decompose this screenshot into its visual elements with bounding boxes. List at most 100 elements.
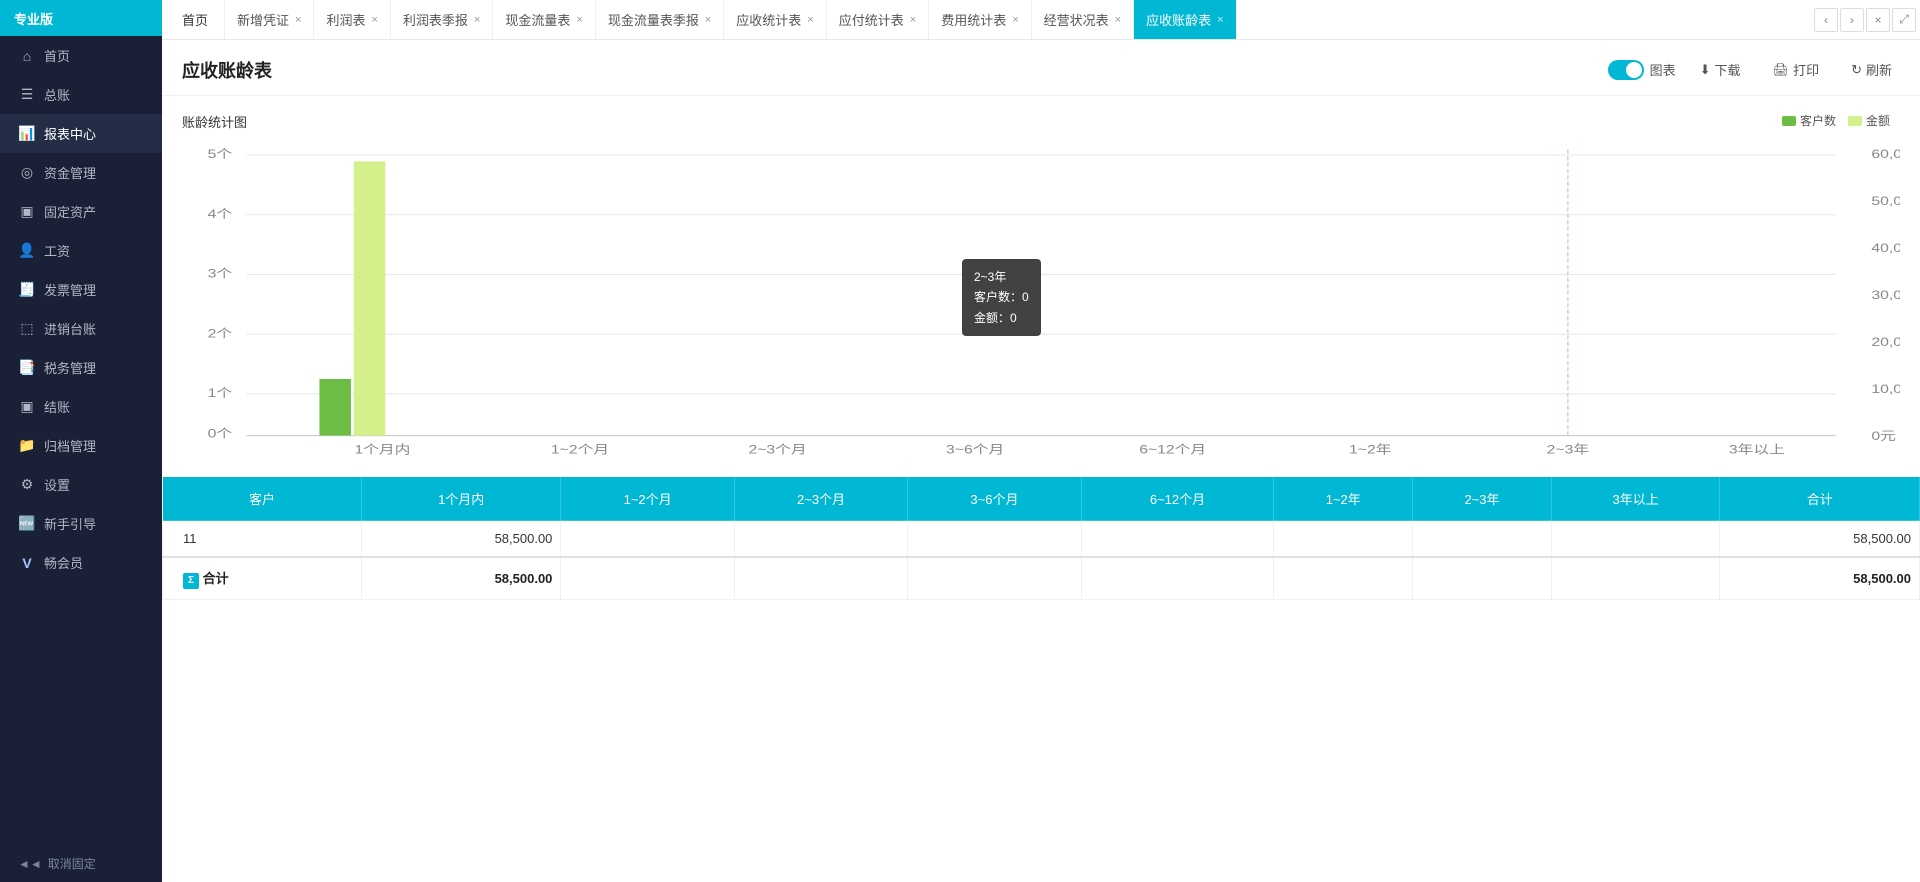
download-button[interactable]: ⬇ 下载 xyxy=(1692,56,1749,83)
sidebar-item-tax[interactable]: 📑 税务管理 xyxy=(0,348,162,387)
tab-expense-stats-close[interactable]: × xyxy=(1012,14,1018,26)
svg-text:1个: 1个 xyxy=(208,386,233,400)
cell-m1: 58,500.00 xyxy=(361,521,560,558)
print-button[interactable]: 🖨 打印 xyxy=(1765,56,1828,83)
sidebar-item-checkout[interactable]: ▣ 结账 xyxy=(0,387,162,426)
sidebar-item-ledger[interactable]: ☰ 总账 xyxy=(0,75,162,114)
tab-nav-buttons: ‹ › × ⤢ xyxy=(1814,8,1916,32)
chart-toggle[interactable] xyxy=(1608,60,1644,80)
checkout-icon: ▣ xyxy=(18,398,36,415)
tab-ap-stats-close[interactable]: × xyxy=(910,14,916,26)
footer-y3plus xyxy=(1551,557,1720,599)
sidebar-item-label: 固定资产 xyxy=(44,202,96,221)
main-area: 首页 新增凭证 × 利润表 × 利润表季报 × 现金流量表 × 现金流量表季报 … xyxy=(162,0,1920,882)
sidebar-item-label: 税务管理 xyxy=(44,358,96,377)
sidebar-item-archive[interactable]: 📁 归档管理 xyxy=(0,426,162,465)
sales-icon: ⬚ xyxy=(18,320,36,337)
tab-profit-label: 利润表 xyxy=(326,10,365,29)
sidebar-item-guide[interactable]: 🆕 新手引导 xyxy=(0,504,162,543)
col-m36: 3~6个月 xyxy=(908,477,1081,521)
tab-ar-aging-close[interactable]: × xyxy=(1217,14,1223,26)
cell-y12 xyxy=(1274,521,1413,558)
tab-close-all-button[interactable]: × xyxy=(1866,8,1890,32)
tab-bar: 首页 新增凭证 × 利润表 × 利润表季报 × 现金流量表 × 现金流量表季报 … xyxy=(162,0,1920,40)
refresh-icon: ↻ xyxy=(1851,62,1862,78)
footer-label: Σ 合计 xyxy=(163,557,362,599)
svg-text:50,000.00元: 50,000.00元 xyxy=(1871,194,1900,208)
tab-prev-button[interactable]: ‹ xyxy=(1814,8,1838,32)
tax-icon: 📑 xyxy=(18,359,36,376)
svg-text:3个: 3个 xyxy=(208,267,233,281)
svg-text:60,000.00元: 60,000.00元 xyxy=(1871,147,1900,161)
download-label: 下载 xyxy=(1715,60,1741,79)
tab-expense-stats[interactable]: 费用统计表 × xyxy=(929,0,1031,40)
cell-y3plus xyxy=(1551,521,1720,558)
sidebar-pin-label: 取消固定 xyxy=(48,855,96,872)
sidebar-item-label: 畅会员 xyxy=(44,553,83,572)
sidebar-item-reports[interactable]: 📊 报表中心 xyxy=(0,114,162,153)
tab-ar-aging[interactable]: 应收账龄表 × xyxy=(1134,0,1236,40)
sidebar-item-invoice[interactable]: 🧾 发票管理 xyxy=(0,270,162,309)
tab-new-voucher[interactable]: 新增凭证 × xyxy=(225,0,314,40)
tab-ap-stats[interactable]: 应付统计表 × xyxy=(827,0,929,40)
tab-cashflow-close[interactable]: × xyxy=(576,14,582,26)
sidebar-item-home[interactable]: ⌂ 首页 xyxy=(0,36,162,75)
refresh-button[interactable]: ↻ 刷新 xyxy=(1843,56,1900,83)
svg-text:6~12个月: 6~12个月 xyxy=(1139,443,1206,457)
sidebar-item-label: 报表中心 xyxy=(44,124,96,143)
cell-total: 58,500.00 xyxy=(1720,521,1920,558)
chart-toggle-label: 图表 xyxy=(1650,60,1676,79)
legend-amount: 金额 xyxy=(1848,112,1890,129)
tab-profit-quarter[interactable]: 利润表季报 × xyxy=(391,0,493,40)
sidebar-item-salary[interactable]: 👤 工资 xyxy=(0,231,162,270)
sidebar-item-settings[interactable]: ⚙ 设置 xyxy=(0,465,162,504)
tab-fullscreen-button[interactable]: ⤢ xyxy=(1892,8,1916,32)
svg-text:0元: 0元 xyxy=(1871,429,1896,443)
sidebar-item-label: 结账 xyxy=(44,397,70,416)
tab-cashflow-label: 现金流量表 xyxy=(505,10,570,29)
col-m612: 6~12个月 xyxy=(1081,477,1274,521)
tab-new-voucher-close[interactable]: × xyxy=(295,14,301,26)
col-m23: 2~3个月 xyxy=(734,477,907,521)
sidebar-item-assets[interactable]: ▣ 固定资产 xyxy=(0,192,162,231)
guide-icon: 🆕 xyxy=(18,515,36,532)
table-footer-row: Σ 合计 58,500.00 58,500.00 xyxy=(163,557,1920,599)
legend-amount-color xyxy=(1848,116,1862,126)
sidebar-item-vip[interactable]: V 畅会员 xyxy=(0,543,162,582)
footer-m612 xyxy=(1081,557,1274,599)
tab-profit-close[interactable]: × xyxy=(371,14,377,26)
sidebar-item-label: 新手引导 xyxy=(44,514,96,533)
tab-ar-stats-close[interactable]: × xyxy=(807,14,813,26)
sidebar-item-funds[interactable]: ◎ 资金管理 xyxy=(0,153,162,192)
tab-profit-quarter-close[interactable]: × xyxy=(474,14,480,26)
tab-next-button[interactable]: › xyxy=(1840,8,1864,32)
legend-count-label: 客户数 xyxy=(1800,112,1836,129)
sidebar-pin-toggle[interactable]: ◄◄ 取消固定 xyxy=(0,845,162,882)
tab-biz-status[interactable]: 经营状况表 × xyxy=(1032,0,1134,40)
print-icon: 🖨 xyxy=(1773,62,1790,78)
tab-home[interactable]: 首页 xyxy=(166,0,225,40)
legend-customer-count: 客户数 xyxy=(1782,112,1836,129)
tab-cashflow-quarter[interactable]: 现金流量表季报 × xyxy=(596,0,724,40)
tab-ar-stats[interactable]: 应收统计表 × xyxy=(724,0,826,40)
col-customer: 客户 xyxy=(163,477,362,521)
tab-profit[interactable]: 利润表 × xyxy=(314,0,390,40)
page-title: 应收账龄表 xyxy=(182,57,272,83)
sidebar-item-sales[interactable]: ⬚ 进销台账 xyxy=(0,309,162,348)
svg-text:20,000.00元: 20,000.00元 xyxy=(1871,335,1900,349)
tab-cashflow[interactable]: 现金流量表 × xyxy=(493,0,595,40)
chart-svg: 5个 4个 3个 2个 1个 0个 60,000.00元 50,000.00元 … xyxy=(182,139,1900,459)
table-header-row: 客户 1个月内 1~2个月 2~3个月 3~6个月 6~12个月 1~2年 2~… xyxy=(163,477,1920,521)
tab-cashflow-quarter-close[interactable]: × xyxy=(705,14,711,26)
cell-m36 xyxy=(908,521,1081,558)
footer-y12 xyxy=(1274,557,1413,599)
refresh-label: 刷新 xyxy=(1866,60,1892,79)
legend-count-color xyxy=(1782,116,1796,126)
footer-total: 58,500.00 xyxy=(1720,557,1920,599)
tab-biz-status-close[interactable]: × xyxy=(1115,14,1121,26)
invoice-icon: 🧾 xyxy=(18,281,36,298)
gear-icon: ⚙ xyxy=(18,476,36,493)
cell-m12 xyxy=(561,521,734,558)
count-bar-1 xyxy=(319,379,350,436)
sidebar-item-label: 工资 xyxy=(44,241,70,260)
